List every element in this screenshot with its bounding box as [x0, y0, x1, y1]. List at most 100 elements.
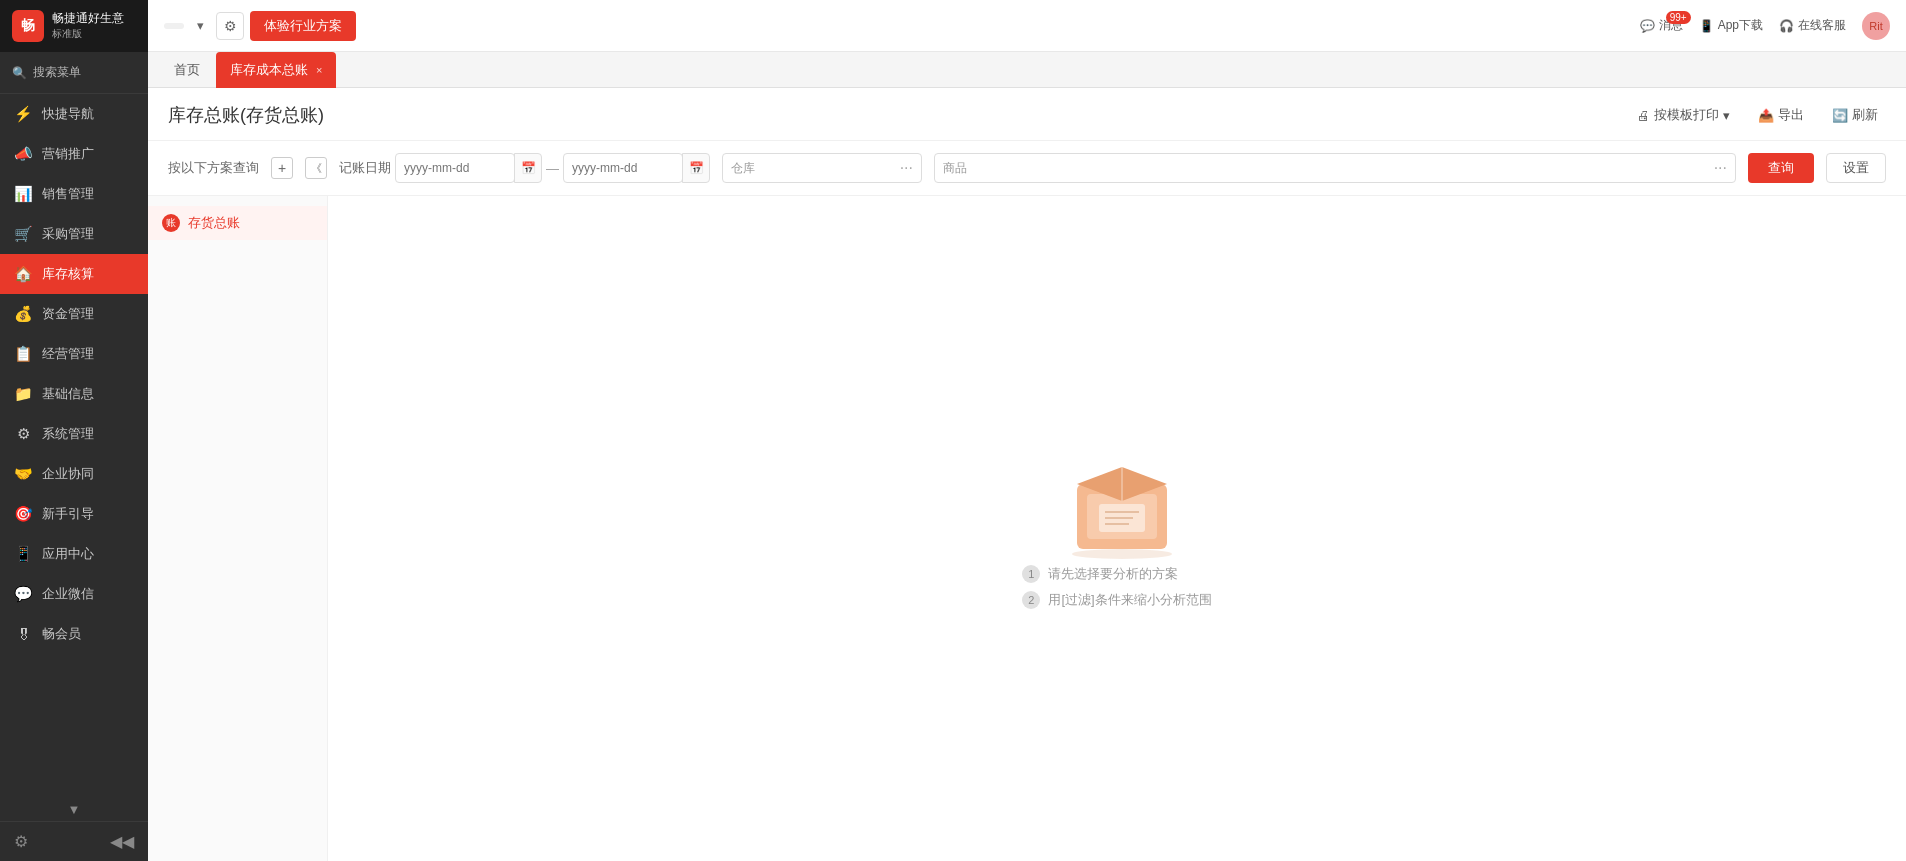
sidebar-item-label: 系统管理 — [42, 425, 94, 443]
sidebar-item-label: 企业协同 — [42, 465, 94, 483]
operations-icon: 📋 — [14, 345, 32, 363]
sidebar-item-purchase[interactable]: 🛒 采购管理 — [0, 214, 148, 254]
search-menu-label: 搜索菜单 — [33, 64, 81, 81]
marketing-icon: 📣 — [14, 145, 32, 163]
sidebar-item-label: 企业微信 — [42, 585, 94, 603]
sidebar-item-finance[interactable]: 💰 资金管理 — [0, 294, 148, 334]
sidebar-item-member[interactable]: 🎖 畅会员 — [0, 614, 148, 654]
sidebar-item-basic-info[interactable]: 📁 基础信息 — [0, 374, 148, 414]
warehouse-more-icon: ··· — [900, 159, 913, 177]
sidebar-item-inventory[interactable]: 🏠 库存核算 — [0, 254, 148, 294]
sidebar-item-tutorial[interactable]: 🎯 新手引导 — [0, 494, 148, 534]
product-label: 商品 — [943, 160, 967, 177]
topbar-settings-button[interactable]: ⚙ — [216, 12, 244, 40]
sidebar-search-area: 🔍 搜索菜单 — [0, 52, 148, 94]
empty-state: 1 请先选择要分析的方案 2 用[过滤]条件来缩小分析范围 — [1022, 449, 1211, 609]
export-button[interactable]: 📤 导出 — [1750, 102, 1812, 128]
hint-2-number: 2 — [1022, 591, 1040, 609]
scheme-icon-text: 账 — [166, 216, 176, 230]
svg-point-0 — [1072, 549, 1172, 559]
product-more-icon: ··· — [1714, 159, 1727, 177]
print-button[interactable]: 🖨 按模板打印 ▾ — [1629, 102, 1738, 128]
sidebar-menu: ⚡ 快捷导航 📣 营销推广 📊 销售管理 🛒 采购管理 🏠 库存核算 💰 资金管… — [0, 94, 148, 798]
sidebar-item-marketing[interactable]: 📣 营销推广 — [0, 134, 148, 174]
hint-1-text: 请先选择要分析的方案 — [1048, 565, 1178, 583]
topbar-dropdown-button[interactable]: ▾ — [188, 14, 212, 38]
main-area: ▾ ⚙ 体验行业方案 💬 消息 99+ 📱 App下载 🎧 在线客服 — [148, 0, 1906, 861]
sales-icon: 📊 — [14, 185, 32, 203]
user-avatar[interactable]: Rit — [1862, 12, 1890, 40]
page-title: 库存总账(存货总账) — [168, 103, 324, 127]
sidebar-item-quick-nav[interactable]: ⚡ 快捷导航 — [0, 94, 148, 134]
date-end-calendar-button[interactable]: 📅 — [682, 153, 710, 183]
footer-collapse-icon[interactable]: ◀◀ — [110, 832, 134, 851]
sidebar-item-label: 采购管理 — [42, 225, 94, 243]
app-download-button[interactable]: 📱 App下载 — [1699, 17, 1763, 34]
tab-home-label: 首页 — [174, 61, 200, 79]
app-name: 畅捷通好生意 — [52, 11, 124, 27]
refresh-icon: 🔄 — [1832, 108, 1848, 123]
scheme-icon: 账 — [162, 214, 180, 232]
tab-inventory-ledger[interactable]: 库存成本总账 × — [216, 52, 336, 88]
data-area: 1 请先选择要分析的方案 2 用[过滤]条件来缩小分析范围 — [328, 196, 1906, 861]
scheme-item-label: 存货总账 — [188, 214, 240, 232]
page-header-actions: 🖨 按模板打印 ▾ 📤 导出 🔄 刷新 — [1629, 102, 1886, 128]
app-sub: 标准版 — [52, 27, 124, 41]
sidebar-item-sales[interactable]: 📊 销售管理 — [0, 174, 148, 214]
print-dropdown-icon: ▾ — [1723, 108, 1730, 123]
export-icon: 📤 — [1758, 108, 1774, 123]
tab-home[interactable]: 首页 — [160, 52, 214, 88]
filter-bar: 按以下方案查询 + 《 记账日期 📅 — 📅 — [148, 141, 1906, 196]
date-start-calendar-button[interactable]: 📅 — [514, 153, 542, 183]
sidebar-item-app-center[interactable]: 📱 应用中心 — [0, 534, 148, 574]
date-field-label: 记账日期 — [339, 159, 391, 177]
enterprise-icon: 🤝 — [14, 465, 32, 483]
product-filter[interactable]: 商品 ··· — [934, 153, 1736, 183]
empty-hint-1: 1 请先选择要分析的方案 — [1022, 565, 1211, 583]
topbar-nav: ▾ ⚙ — [164, 12, 244, 40]
sidebar-item-wechat[interactable]: 💬 企业微信 — [0, 574, 148, 614]
add-icon: + — [278, 160, 286, 176]
sidebar-item-label: 营销推广 — [42, 145, 94, 163]
wechat-icon: 💬 — [14, 585, 32, 603]
empty-svg — [1057, 449, 1187, 559]
sidebar-item-label: 畅会员 — [42, 625, 81, 643]
finance-icon: 💰 — [14, 305, 32, 323]
sidebar: 畅 畅捷通好生意 标准版 🔍 搜索菜单 ⚡ 快捷导航 📣 营销推广 📊 销售管理… — [0, 0, 148, 861]
scheme-item-inventory-ledger[interactable]: 账 存货总账 — [148, 206, 327, 240]
footer-settings-icon[interactable]: ⚙ — [14, 832, 28, 851]
settings-icon: ⚙ — [224, 18, 237, 34]
filter-add-button[interactable]: + — [271, 157, 293, 179]
sidebar-item-label: 销售管理 — [42, 185, 94, 203]
sidebar-item-operations[interactable]: 📋 经营管理 — [0, 334, 148, 374]
sidebar-item-label: 库存核算 — [42, 265, 94, 283]
online-support-button[interactable]: 🎧 在线客服 — [1779, 17, 1846, 34]
settings-button[interactable]: 设置 — [1826, 153, 1886, 183]
avatar-text: Rit — [1869, 20, 1882, 32]
sidebar-item-label: 基础信息 — [42, 385, 94, 403]
tab-close-button[interactable]: × — [316, 64, 322, 76]
topbar-breadcrumb: ▾ ⚙ 体验行业方案 — [164, 11, 1630, 41]
app-center-icon: 📱 — [14, 545, 32, 563]
basic-info-icon: 📁 — [14, 385, 32, 403]
warehouse-filter[interactable]: 仓库 ··· — [722, 153, 922, 183]
empty-hints: 1 请先选择要分析的方案 2 用[过滤]条件来缩小分析范围 — [1022, 565, 1211, 609]
industry-solution-button[interactable]: 体验行业方案 — [250, 11, 356, 41]
message-button[interactable]: 💬 消息 99+ — [1640, 17, 1683, 34]
app-download-label: App下载 — [1718, 17, 1763, 34]
refresh-button[interactable]: 🔄 刷新 — [1824, 102, 1886, 128]
date-end-input[interactable] — [563, 153, 683, 183]
query-button[interactable]: 查询 — [1748, 153, 1814, 183]
date-start-input[interactable] — [395, 153, 515, 183]
page-body: 库存总账(存货总账) 🖨 按模板打印 ▾ 📤 导出 🔄 刷新 按以下方案查 — [148, 88, 1906, 861]
sidebar-scroll-down[interactable]: ▼ — [0, 798, 148, 821]
sidebar-item-enterprise[interactable]: 🤝 企业协同 — [0, 454, 148, 494]
search-menu-button[interactable]: 🔍 搜索菜单 — [12, 60, 136, 85]
content-area: 账 存货总账 — [148, 196, 1906, 861]
sidebar-item-system[interactable]: ⚙ 系统管理 — [0, 414, 148, 454]
filter-collapse-button[interactable]: 《 — [305, 157, 327, 179]
topbar-current-module — [164, 23, 184, 29]
sidebar-footer: ⚙ ◀◀ — [0, 821, 148, 861]
sidebar-item-label: 经营管理 — [42, 345, 94, 363]
online-support-label: 在线客服 — [1798, 17, 1846, 34]
